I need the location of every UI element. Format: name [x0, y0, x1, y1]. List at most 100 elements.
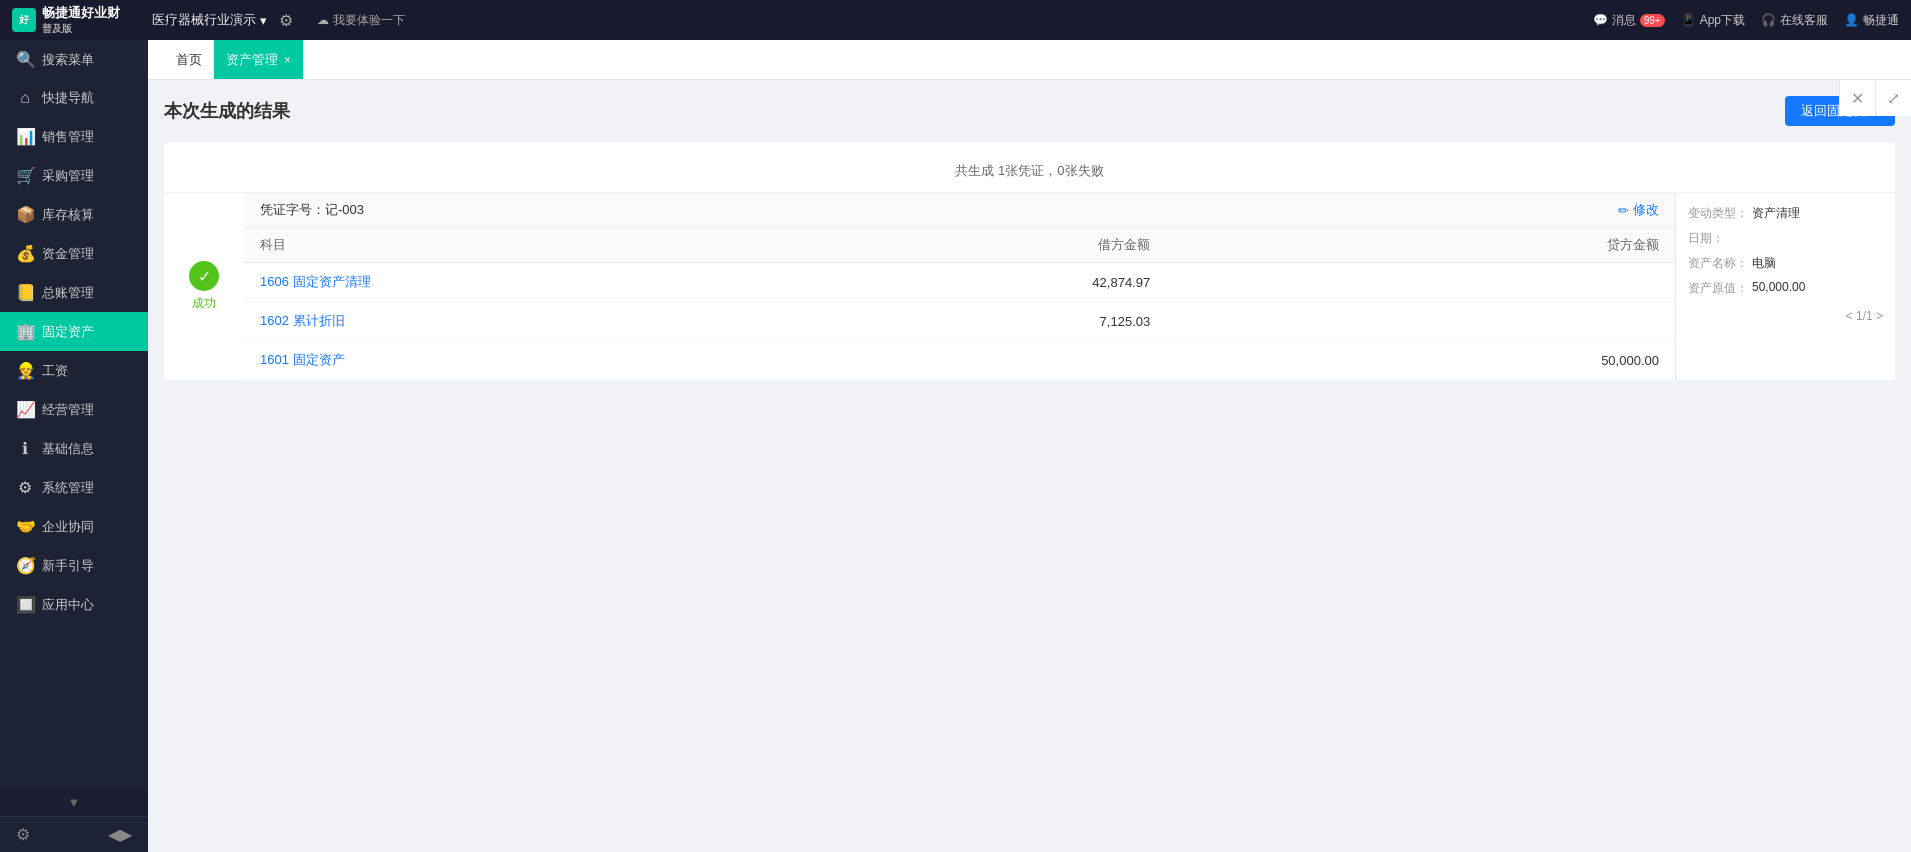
- change-type-value: 资产清理: [1752, 205, 1800, 222]
- app-download-label: App下载: [1700, 12, 1745, 29]
- voucher-number-value: 记-003: [325, 202, 364, 217]
- sidebar-item-fund[interactable]: 💰 资金管理: [0, 234, 148, 273]
- sidebar-item-label: 销售管理: [42, 128, 94, 146]
- sidebar-item-ledger[interactable]: 📒 总账管理: [0, 273, 148, 312]
- tab-asset-management[interactable]: 资产管理 ×: [214, 40, 303, 79]
- td-subject-2: 1601 固定资产: [244, 341, 657, 379]
- sidebar-item-system[interactable]: ⚙ 系统管理: [0, 468, 148, 507]
- page-indicator: 1/1: [1856, 309, 1876, 323]
- main-layout: 🔍 搜索菜单 ⌂ 快捷导航 📊 销售管理 🛒 采购管理 📦 库存核算 💰: [0, 40, 1911, 852]
- tab-close-icon[interactable]: ×: [284, 53, 291, 67]
- td-subject-1: 1602 累计折旧: [244, 302, 657, 340]
- page-title: 本次生成的结果: [164, 99, 290, 123]
- logo-icon: 好: [12, 8, 36, 32]
- table-row: 1606 固定资产清理 42,874.97: [244, 263, 1675, 302]
- sidebar-item-quick-nav[interactable]: ⌂ 快捷导航: [0, 79, 148, 117]
- settings-bottom-icon[interactable]: ⚙: [16, 825, 30, 844]
- sidebar-item-label: 快捷导航: [42, 89, 94, 107]
- sidebar: 🔍 搜索菜单 ⌂ 快捷导航 📊 销售管理 🛒 采购管理 📦 库存核算 💰: [0, 40, 148, 852]
- topbar-right: 💬 消息 99+ 📱 App下载 🎧 在线客服 👤 畅捷通: [1593, 12, 1899, 29]
- voucher-edit-button[interactable]: ✏ 修改: [1618, 201, 1659, 219]
- sidebar-item-purchase[interactable]: 🛒 采购管理: [0, 156, 148, 195]
- user-area[interactable]: 👤 畅捷通: [1844, 12, 1899, 29]
- prev-icon[interactable]: <: [1846, 309, 1853, 323]
- sidebar-item-label: 新手引导: [42, 557, 94, 575]
- side-info-asset-name: 资产名称： 电脑: [1688, 255, 1883, 272]
- td-debit-0: 42,874.97: [657, 265, 1166, 300]
- asset-name-value: 电脑: [1752, 255, 1776, 272]
- collapse-icon[interactable]: ◀▶: [108, 825, 132, 844]
- subject-link-2[interactable]: 1601 固定资产: [260, 352, 345, 367]
- settings-icon[interactable]: ⚙: [279, 11, 293, 30]
- sidebar-item-cooperation[interactable]: 🤝 企业协同: [0, 507, 148, 546]
- sidebar-item-label: 经营管理: [42, 401, 94, 419]
- sales-icon: 📊: [16, 127, 34, 146]
- trial-area: ☁ 我要体验一下: [317, 12, 405, 29]
- next-icon[interactable]: >: [1876, 309, 1883, 323]
- messages-label: 消息: [1612, 12, 1636, 29]
- sidebar-item-label: 系统管理: [42, 479, 94, 497]
- sidebar-scroll-down[interactable]: ▼: [0, 788, 148, 816]
- app-name: 畅捷通好业财: [42, 5, 120, 20]
- sidebar-item-label: 采购管理: [42, 167, 94, 185]
- fund-icon: 💰: [16, 244, 34, 263]
- close-panel-button[interactable]: ✕: [1839, 80, 1875, 116]
- success-mark: ✓ 成功: [164, 193, 244, 380]
- sidebar-item-business[interactable]: 📈 经营管理: [0, 390, 148, 429]
- tab-home[interactable]: 首页: [164, 40, 214, 79]
- page-header: 本次生成的结果 返回固定资产: [164, 96, 1895, 126]
- ledger-icon: 📒: [16, 283, 34, 302]
- sidebar-item-guide[interactable]: 🧭 新手引导: [0, 546, 148, 585]
- topbar-center: 医疗器械行业演示 ▾ ⚙ ☁ 我要体验一下: [142, 11, 1593, 30]
- download-icon: 📱: [1681, 13, 1696, 27]
- sidebar-item-label: 资金管理: [42, 245, 94, 263]
- side-info-pagination[interactable]: < 1/1 >: [1688, 309, 1883, 323]
- expand-panel-button[interactable]: ⤢: [1875, 80, 1911, 116]
- username: 畅捷通: [1863, 12, 1899, 29]
- sidebar-item-basic-info[interactable]: ℹ 基础信息: [0, 429, 148, 468]
- guide-icon: 🧭: [16, 556, 34, 575]
- sidebar-scroll: 🔍 搜索菜单 ⌂ 快捷导航 📊 销售管理 🛒 采购管理 📦 库存核算 💰: [0, 40, 148, 788]
- summary-text: 共生成 1张凭证，0张失败: [955, 163, 1103, 178]
- app-edition: 普及版: [42, 22, 120, 36]
- td-debit-1: 7,125.03: [657, 304, 1166, 339]
- app-center-icon: 🔲: [16, 595, 34, 614]
- trial-text[interactable]: 我要体验一下: [333, 12, 405, 29]
- sidebar-bottom: ⚙ ◀▶: [0, 816, 148, 852]
- side-info-change-type: 变动类型： 资产清理: [1688, 205, 1883, 222]
- tab-asset-management-label: 资产管理: [226, 51, 278, 69]
- td-credit-0: [1166, 272, 1675, 292]
- tab-bar: 首页 资产管理 ×: [148, 40, 1911, 80]
- voucher-number-prefix: 凭证字号：: [260, 202, 325, 217]
- sidebar-item-app-center[interactable]: 🔲 应用中心: [0, 585, 148, 624]
- original-value: 50,000.00: [1752, 280, 1805, 297]
- business-icon: 📈: [16, 400, 34, 419]
- sidebar-item-inventory[interactable]: 📦 库存核算: [0, 195, 148, 234]
- sidebar-item-sales[interactable]: 📊 销售管理: [0, 117, 148, 156]
- voucher-main: 凭证字号：记-003 ✏ 修改 科目: [244, 193, 1675, 380]
- payroll-icon: 👷: [16, 361, 34, 380]
- sidebar-item-label: 基础信息: [42, 440, 94, 458]
- online-support-button[interactable]: 🎧 在线客服: [1761, 12, 1828, 29]
- home-icon: ⌂: [16, 89, 34, 107]
- app-logo: 好 畅捷通好业财 普及版: [12, 4, 142, 36]
- company-selector[interactable]: 医疗器械行业演示 ▾: [152, 11, 267, 29]
- side-info-panel: 变动类型： 资产清理 日期： 资产名称： 电脑 资产原值：: [1675, 193, 1895, 380]
- side-info-date: 日期：: [1688, 230, 1883, 247]
- page-content: 本次生成的结果 返回固定资产 共生成 1张凭证，0张失败 ✓ 成功: [148, 80, 1911, 852]
- app-download-button[interactable]: 📱 App下载: [1681, 12, 1745, 29]
- purchase-icon: 🛒: [16, 166, 34, 185]
- messages-button[interactable]: 💬 消息 99+: [1593, 12, 1665, 29]
- side-info-original-value: 资产原值： 50,000.00: [1688, 280, 1883, 297]
- subject-link-0[interactable]: 1606 固定资产清理: [260, 274, 371, 289]
- asset-name-label: 资产名称：: [1688, 255, 1748, 272]
- sidebar-item-fixed-assets[interactable]: 🏢 固定资产: [0, 312, 148, 351]
- avatar-icon: 👤: [1844, 13, 1859, 27]
- success-text: 成功: [192, 295, 216, 312]
- subject-link-1[interactable]: 1602 累计折旧: [260, 313, 345, 328]
- sidebar-item-search[interactable]: 🔍 搜索菜单: [0, 40, 148, 79]
- th-credit: 贷方金额: [1166, 228, 1675, 262]
- sidebar-item-payroll[interactable]: 👷 工资: [0, 351, 148, 390]
- table-row: 1602 累计折旧 7,125.03: [244, 302, 1675, 341]
- th-subject: 科目: [244, 228, 657, 262]
